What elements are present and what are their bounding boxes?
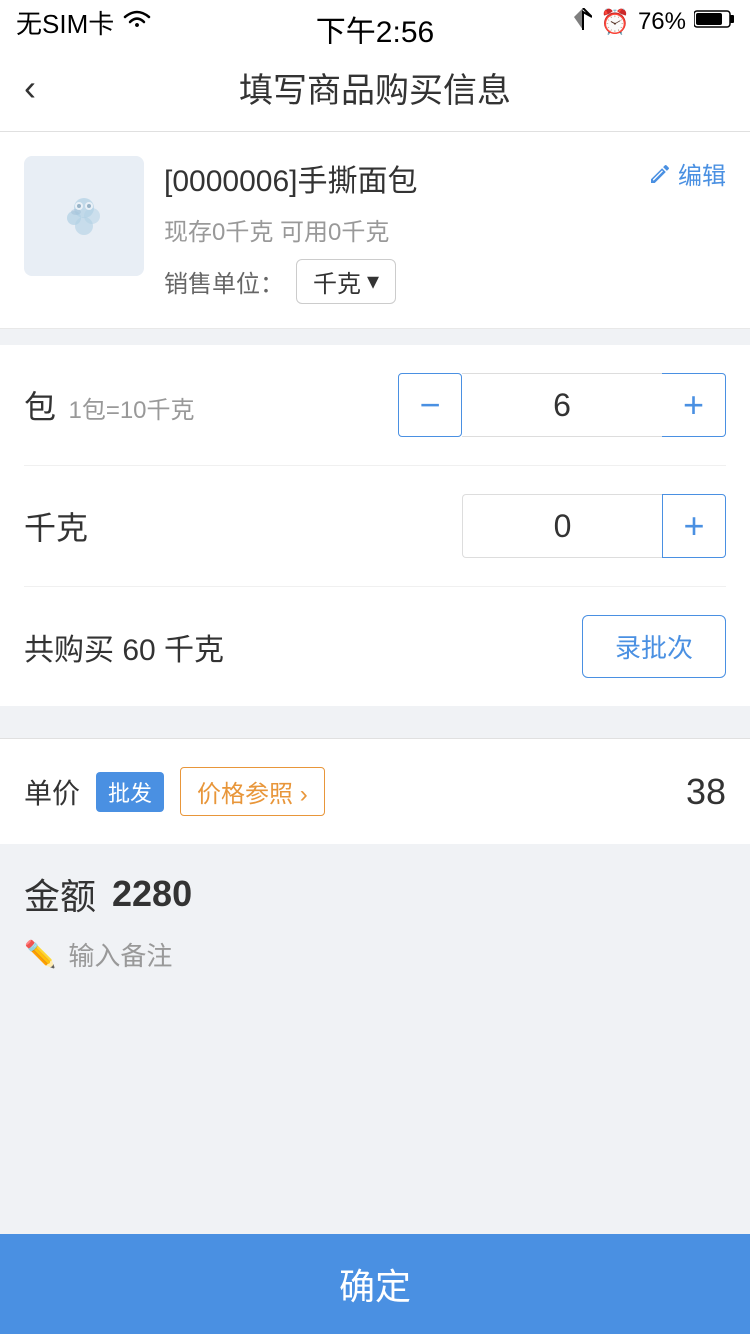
record-batch-button[interactable]: 录批次: [582, 615, 726, 678]
input-section: 包 1包=10千克 − + 千克 +: [0, 345, 750, 587]
page-title: 填写商品购买信息: [239, 63, 511, 112]
status-left: 无SIM卡: [16, 4, 152, 41]
battery-label: 76%: [638, 8, 686, 36]
kilogram-quantity-control: +: [462, 494, 726, 558]
price-label: 单价: [24, 772, 80, 812]
edit-label: 编辑: [678, 156, 726, 191]
back-button[interactable]: ‹: [24, 67, 36, 109]
section-divider-1: [0, 329, 750, 345]
battery-icon: [694, 8, 734, 36]
remark-label: 输入备注: [68, 936, 172, 973]
price-type-tag: 批发: [96, 772, 164, 812]
carrier-label: 无SIM卡: [16, 4, 114, 41]
product-unit-row: 销售单位： 千克 ▾: [164, 259, 726, 304]
amount-section: 金额 2280 ✏️ 输入备注: [0, 844, 750, 997]
package-row: 包 1包=10千克 − +: [24, 345, 726, 466]
location-icon: [574, 8, 592, 37]
package-label: 包: [24, 389, 56, 425]
nav-bar: ‹ 填写商品购买信息: [0, 44, 750, 132]
kilogram-row: 千克 +: [24, 466, 726, 587]
product-info: [0000006]手撕面包 编辑 现存0千克 可用0千克 销售单位： 千克 ▾: [164, 156, 726, 304]
confirm-button[interactable]: 确定: [0, 1234, 750, 1334]
package-plus-button[interactable]: +: [662, 373, 726, 437]
price-value: 38: [686, 771, 726, 813]
price-row: 单价 批发 价格参照 › 38: [24, 739, 726, 844]
alarm-icon: ⏰: [600, 8, 630, 37]
unit-label: 销售单位：: [164, 264, 284, 299]
kilogram-quantity-input[interactable]: [462, 494, 662, 558]
wifi-icon: [122, 7, 152, 38]
remark-row[interactable]: ✏️ 输入备注: [24, 936, 726, 997]
summary-section: 共购买 60 千克 录批次: [0, 587, 750, 706]
price-reference-button[interactable]: 价格参照 ›: [180, 767, 325, 816]
package-label-group: 包 1包=10千克: [24, 382, 195, 428]
package-minus-button[interactable]: −: [398, 373, 462, 437]
product-name: [0000006]手撕面包: [164, 156, 417, 200]
bottom-spacer: [0, 997, 750, 1234]
status-bar: 无SIM卡 下午2:56 ⏰ 76%: [0, 0, 750, 44]
amount-row: 金额 2280: [24, 868, 726, 936]
unit-value: 千克: [313, 264, 361, 299]
product-image: [24, 156, 144, 276]
product-card: [0000006]手撕面包 编辑 现存0千克 可用0千克 销售单位： 千克 ▾: [0, 132, 750, 329]
section-divider-2: [0, 706, 750, 722]
amount-label: 金额: [24, 868, 96, 920]
remark-icon: ✏️: [24, 939, 56, 970]
package-sublabel: 1包=10千克: [68, 397, 194, 424]
status-right: ⏰ 76%: [574, 8, 734, 37]
edit-button[interactable]: 编辑: [648, 156, 726, 191]
package-quantity-control: − +: [398, 373, 726, 437]
summary-row: 共购买 60 千克 录批次: [24, 587, 726, 706]
unit-select[interactable]: 千克 ▾: [296, 259, 396, 304]
kilogram-label: 千克: [24, 503, 88, 549]
price-section: 单价 批发 价格参照 › 38: [0, 738, 750, 844]
summary-label: 共购买 60 千克: [24, 625, 224, 669]
product-stock: 现存0千克 可用0千克: [164, 212, 726, 247]
package-quantity-input[interactable]: [462, 373, 662, 437]
amount-value: 2280: [112, 873, 192, 915]
unit-dropdown-icon: ▾: [367, 267, 379, 296]
kilogram-plus-button[interactable]: +: [662, 494, 726, 558]
